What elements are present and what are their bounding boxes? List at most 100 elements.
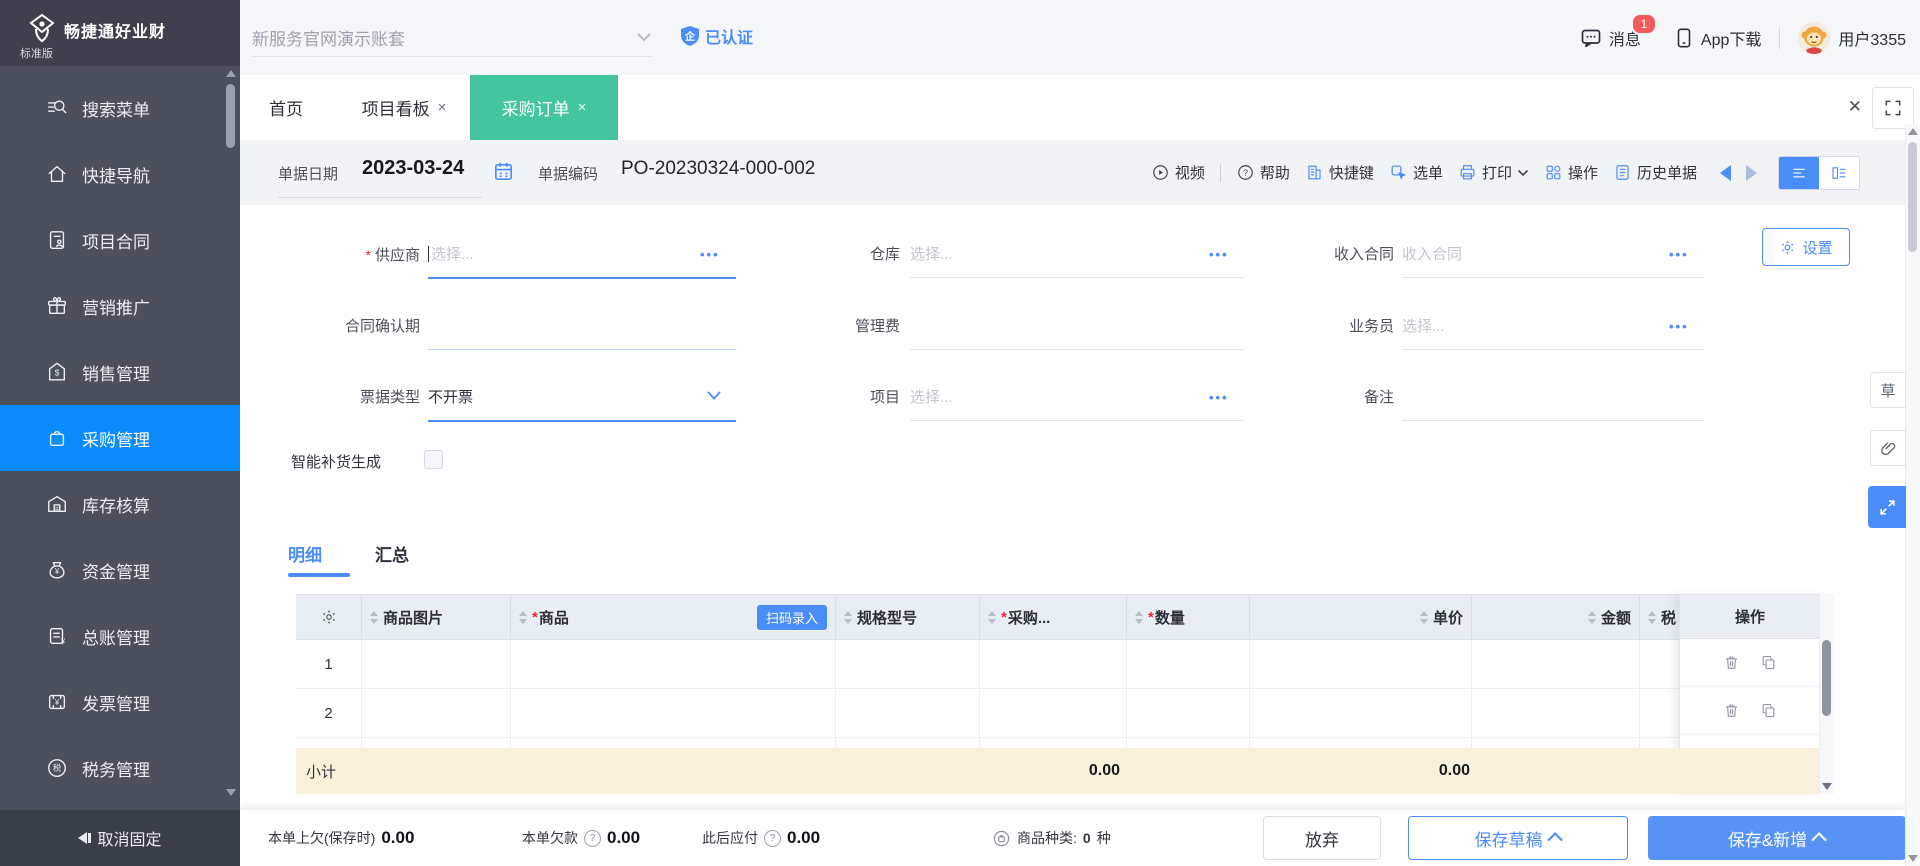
cell-image[interactable]	[362, 640, 511, 688]
cell-price[interactable]	[1250, 689, 1472, 737]
sort-arrows[interactable]	[988, 610, 996, 624]
cell-purchase[interactable]	[980, 689, 1127, 737]
sort-arrows[interactable]	[370, 610, 378, 624]
sort-up-icon[interactable]	[844, 610, 852, 616]
delete-row-button[interactable]	[1723, 702, 1740, 719]
list-view-button[interactable]	[1779, 156, 1819, 189]
field-input-备注[interactable]	[1402, 380, 1705, 416]
prev-document-icon[interactable]	[1720, 164, 1731, 181]
sidebar-item-funds[interactable]: ¥ 资金管理	[0, 537, 240, 603]
sort-up-icon[interactable]	[1135, 610, 1143, 616]
lookup-ellipsis-button[interactable]: •••	[1669, 247, 1689, 262]
gear-icon[interactable]	[320, 608, 338, 626]
field-input-供应商[interactable]: 选择...	[428, 237, 736, 273]
tab-close-icon[interactable]: ×	[438, 99, 447, 116]
sort-arrows[interactable]	[1419, 610, 1428, 624]
cell-product[interactable]	[511, 689, 836, 737]
app-download-button[interactable]: App下载	[1673, 26, 1761, 50]
toolbar-play-button[interactable]: 视频	[1151, 162, 1205, 183]
toolbar-pick-button[interactable]: 选单	[1389, 162, 1443, 183]
sidebar-scrollbar[interactable]	[225, 68, 237, 808]
cell-qty[interactable]	[1127, 640, 1250, 688]
certified-badge[interactable]: 企 已认证	[680, 24, 753, 48]
sort-down-icon[interactable]	[1135, 618, 1143, 624]
cell-amount[interactable]	[1472, 689, 1640, 737]
sort-up-icon[interactable]	[519, 610, 527, 616]
button-保存草稿[interactable]: 保存草稿	[1408, 816, 1628, 860]
cell-price[interactable]	[1250, 640, 1472, 688]
cell-product[interactable]	[511, 640, 836, 688]
draft-box-button[interactable]: 草	[1870, 372, 1906, 408]
sort-down-icon[interactable]	[1419, 618, 1428, 624]
tab-项目看板[interactable]: 项目看板 ×	[340, 75, 468, 140]
field-input-项目[interactable]: 选择...	[910, 380, 1245, 416]
cell-spec[interactable]	[836, 689, 980, 737]
close-icon[interactable]: ✕	[1848, 97, 1862, 117]
cell-tax[interactable]	[1640, 689, 1680, 737]
lookup-ellipsis-button[interactable]: •••	[1669, 319, 1689, 334]
field-input-业务员[interactable]: 选择...	[1402, 309, 1705, 345]
sort-down-icon[interactable]	[1648, 618, 1656, 624]
sidebar-item-sales[interactable]: $ 销售管理	[0, 339, 240, 405]
sort-arrows[interactable]	[519, 610, 527, 624]
sort-arrows[interactable]	[1648, 610, 1656, 624]
toolbar-question-button[interactable]: ? 帮助	[1236, 162, 1290, 183]
toolbar-print-button[interactable]: 打印	[1458, 162, 1529, 183]
toolbar-shortcut-button[interactable]: 快捷键	[1305, 162, 1374, 183]
sidebar-item-contract[interactable]: 项目合同	[0, 207, 240, 273]
cell-tax[interactable]	[1640, 640, 1680, 688]
fullscreen-button[interactable]	[1872, 87, 1914, 129]
detail-tab-汇总[interactable]: 汇总	[375, 541, 409, 566]
attachment-button[interactable]	[1870, 430, 1906, 466]
cell-image[interactable]	[362, 689, 511, 737]
sort-up-icon[interactable]	[370, 610, 378, 616]
sort-up-icon[interactable]	[988, 610, 996, 616]
sort-up-icon[interactable]	[1648, 610, 1656, 616]
sidebar-item-search[interactable]: 搜索菜单	[0, 75, 240, 141]
field-input-收入合同[interactable]: 收入合同	[1402, 237, 1705, 273]
toolbar-history-button[interactable]: 历史单据	[1613, 162, 1697, 183]
account-selector[interactable]: 新服务官网演示账套	[252, 18, 652, 57]
user-menu[interactable]: 用户3355	[1798, 21, 1906, 54]
scrollbar-thumb[interactable]	[226, 84, 235, 148]
sidebar-item-tax[interactable]: 税 税务管理	[0, 735, 240, 801]
sort-down-icon[interactable]	[370, 618, 378, 624]
scan-entry-button[interactable]: 扫码录入	[756, 604, 827, 630]
cell-spec[interactable]	[836, 640, 980, 688]
sidebar-item-warehouse[interactable]: 库存核算	[0, 471, 240, 537]
cell-amount[interactable]	[1472, 640, 1640, 688]
copy-row-button[interactable]	[1760, 654, 1777, 671]
detail-tab-明细[interactable]: 明细	[288, 541, 322, 566]
page-scroll-up-icon[interactable]	[1908, 128, 1918, 135]
field-input-管理费[interactable]	[910, 309, 1245, 345]
auto-replenish-checkbox[interactable]	[424, 450, 443, 469]
table-scrollbar-thumb[interactable]	[1822, 640, 1831, 716]
calendar-icon[interactable]	[492, 160, 515, 183]
settings-button[interactable]: 设置	[1762, 228, 1850, 266]
sidebar-item-gift[interactable]: 营销推广	[0, 273, 240, 339]
help-icon[interactable]: ?	[764, 829, 781, 847]
sidebar-item-invoice[interactable]: ¥ 发票管理	[0, 669, 240, 735]
sort-arrows[interactable]	[1135, 610, 1143, 624]
cell-qty[interactable]	[1127, 689, 1250, 737]
field-input-仓库[interactable]: 选择...	[910, 237, 1245, 273]
sort-arrows[interactable]	[844, 610, 852, 624]
toolbar-grid-button[interactable]: 操作	[1544, 162, 1598, 183]
table-scroll-down-icon[interactable]	[1822, 783, 1832, 790]
sidebar-item-purchase[interactable]: 采购管理	[0, 405, 240, 471]
copy-row-button[interactable]	[1760, 702, 1777, 719]
sort-up-icon[interactable]	[1419, 610, 1428, 616]
sort-down-icon[interactable]	[1587, 618, 1596, 624]
sort-arrows[interactable]	[1587, 610, 1596, 624]
scroll-up-icon[interactable]	[226, 70, 236, 77]
page-scrollbar[interactable]	[1905, 124, 1920, 866]
cell-purchase[interactable]	[980, 640, 1127, 688]
help-icon[interactable]: ?	[584, 829, 601, 847]
messages-button[interactable]: 消息 1	[1579, 12, 1657, 50]
field-input-票据类型[interactable]: 不开票	[428, 380, 736, 416]
button-保存-新增[interactable]: 保存&新增	[1648, 816, 1906, 860]
sort-down-icon[interactable]	[988, 618, 996, 624]
sort-up-icon[interactable]	[1587, 610, 1596, 616]
page-scrollbar-thumb[interactable]	[1908, 142, 1917, 252]
next-document-icon[interactable]	[1746, 164, 1757, 181]
